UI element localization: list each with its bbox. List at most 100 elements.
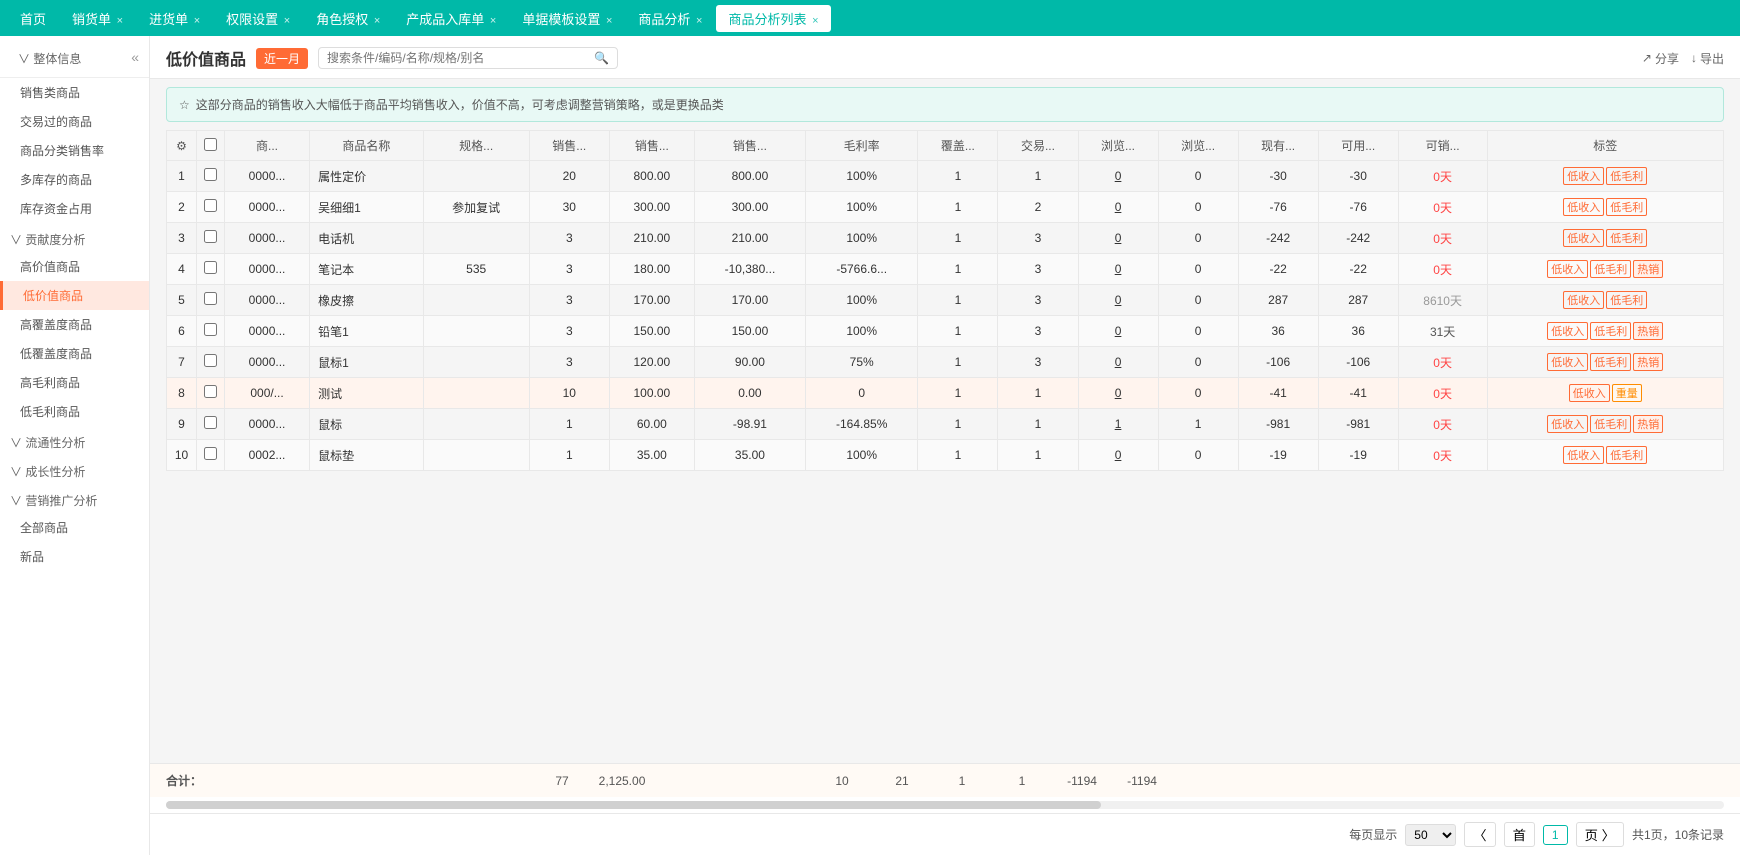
row-checkbox[interactable]	[204, 354, 217, 367]
row-checkbox[interactable]	[204, 416, 217, 429]
next-page-btn[interactable]: 页 〉	[1576, 822, 1624, 847]
cell-days: 0天	[1398, 378, 1487, 409]
cell-check[interactable]	[197, 440, 225, 471]
cell-col12[interactable]: 0	[1078, 223, 1158, 254]
row-checkbox[interactable]	[204, 323, 217, 336]
col12-link[interactable]: 0	[1115, 324, 1122, 338]
sidebar-item-high-value[interactable]: 高价值商品	[0, 252, 149, 281]
cell-seq: 9	[167, 409, 197, 440]
th-check[interactable]	[197, 131, 225, 161]
export-btn[interactable]: ↓ 导出	[1691, 50, 1724, 67]
row-checkbox[interactable]	[204, 168, 217, 181]
col12-link[interactable]: 0	[1115, 262, 1122, 276]
col12-link[interactable]: 0	[1115, 231, 1122, 245]
sidebar-item-category-rate[interactable]: 商品分类销售率	[0, 136, 149, 165]
close-permission-icon[interactable]: ×	[284, 15, 290, 27]
sidebar-item-all-products[interactable]: 全部商品	[0, 513, 149, 542]
sidebar-collapse-btn[interactable]: «	[129, 47, 141, 67]
col12-link[interactable]: 0	[1115, 355, 1122, 369]
table-row: 8 000/... 测试 10 100.00 0.00 0 1 1 0 0 -4…	[167, 378, 1724, 409]
sidebar-item-traded[interactable]: 交易过的商品	[0, 107, 149, 136]
nav-analysis[interactable]: 商品分析 ×	[626, 5, 714, 32]
th-setting[interactable]: ⚙	[167, 131, 197, 161]
cell-check[interactable]	[197, 316, 225, 347]
close-products-icon[interactable]: ×	[490, 15, 496, 27]
tag-badge: 低毛利	[1590, 353, 1631, 371]
first-page-btn[interactable]: 〈	[1464, 822, 1495, 847]
nav-permission[interactable]: 权限设置 ×	[214, 5, 302, 32]
nav-home[interactable]: 首页	[8, 5, 58, 32]
close-sales-icon[interactable]: ×	[117, 15, 123, 27]
search-box: 🔍	[318, 47, 618, 69]
col12-link[interactable]: 0	[1115, 448, 1122, 462]
cell-tags: 低收入低毛利	[1487, 223, 1723, 254]
cell-col11: 1	[998, 409, 1078, 440]
tag-badge: 低毛利	[1606, 446, 1647, 464]
close-role-icon[interactable]: ×	[374, 15, 380, 27]
search-input[interactable]	[327, 51, 594, 65]
sidebar-item-multi-stock[interactable]: 多库存的商品	[0, 165, 149, 194]
col12-link[interactable]: 0	[1115, 386, 1122, 400]
cell-col12[interactable]: 0	[1078, 378, 1158, 409]
nav-template[interactable]: 单据模板设置 ×	[510, 5, 624, 32]
cell-check[interactable]	[197, 378, 225, 409]
filter-btn[interactable]: 近一月	[256, 48, 308, 69]
cell-check[interactable]	[197, 254, 225, 285]
close-purchase-icon[interactable]: ×	[194, 15, 200, 27]
cell-check[interactable]	[197, 285, 225, 316]
sidebar-item-sales-products[interactable]: 销售类商品	[0, 78, 149, 107]
cell-col12[interactable]: 0	[1078, 347, 1158, 378]
cell-col12[interactable]: 0	[1078, 254, 1158, 285]
nav-role[interactable]: 角色授权 ×	[304, 5, 392, 32]
cell-col12[interactable]: 1	[1078, 409, 1158, 440]
cell-check[interactable]	[197, 409, 225, 440]
cell-check[interactable]	[197, 223, 225, 254]
cell-col12[interactable]: 0	[1078, 161, 1158, 192]
cell-check[interactable]	[197, 192, 225, 223]
cell-col12[interactable]: 0	[1078, 285, 1158, 316]
sidebar-item-high-coverage[interactable]: 高覆盖度商品	[0, 310, 149, 339]
cell-col9: 100%	[806, 223, 918, 254]
table-wrapper[interactable]: ⚙ 商... 商品名称 规格... 销售... 销售... 销售... 毛利率 …	[150, 130, 1740, 763]
select-all-checkbox[interactable]	[204, 138, 217, 151]
sidebar-item-stock-capital[interactable]: 库存资金占用	[0, 194, 149, 223]
nav-sales[interactable]: 销货单 ×	[60, 5, 135, 32]
col12-link[interactable]: 0	[1115, 169, 1122, 183]
sidebar-item-low-value[interactable]: 低价值商品	[0, 281, 149, 310]
sidebar-item-new-products[interactable]: 新品	[0, 542, 149, 571]
cell-col12[interactable]: 0	[1078, 316, 1158, 347]
sidebar-item-low-profit[interactable]: 低毛利商品	[0, 397, 149, 426]
sidebar-item-high-profit[interactable]: 高毛利商品	[0, 368, 149, 397]
cell-check[interactable]	[197, 347, 225, 378]
cell-col14: -22	[1238, 254, 1318, 285]
col12-link[interactable]: 0	[1115, 200, 1122, 214]
col12-link[interactable]: 0	[1115, 293, 1122, 307]
row-checkbox[interactable]	[204, 447, 217, 460]
cell-code: 0000...	[225, 192, 310, 223]
close-analysis-icon[interactable]: ×	[696, 15, 702, 27]
nav-products[interactable]: 产成品入库单 ×	[394, 5, 508, 32]
close-analysis-list-icon[interactable]: ×	[812, 15, 818, 27]
row-checkbox[interactable]	[204, 292, 217, 305]
share-btn[interactable]: ↗ 分享	[1642, 50, 1679, 67]
sidebar-group-contribution: ∨ 贡献度分析	[0, 223, 149, 252]
per-page-select[interactable]: 50 100 200	[1405, 824, 1456, 846]
cell-tags: 低收入重量	[1487, 378, 1723, 409]
close-template-icon[interactable]: ×	[606, 15, 612, 27]
col12-link[interactable]: 1	[1115, 417, 1122, 431]
cell-col12[interactable]: 0	[1078, 192, 1158, 223]
data-table: ⚙ 商... 商品名称 规格... 销售... 销售... 销售... 毛利率 …	[166, 130, 1724, 471]
cell-col12[interactable]: 0	[1078, 440, 1158, 471]
nav-analysis-list[interactable]: 商品分析列表 ×	[716, 5, 830, 32]
row-checkbox[interactable]	[204, 230, 217, 243]
prev-page-btn[interactable]: 首	[1504, 822, 1535, 847]
cell-check[interactable]	[197, 161, 225, 192]
sidebar: ∨ 整体信息 « 销售类商品 交易过的商品 商品分类销售率 多库存的商品 库存资…	[0, 36, 150, 855]
row-checkbox[interactable]	[204, 199, 217, 212]
nav-purchase[interactable]: 进货单 ×	[137, 5, 212, 32]
row-checkbox[interactable]	[204, 385, 217, 398]
row-checkbox[interactable]	[204, 261, 217, 274]
search-icon[interactable]: 🔍	[594, 51, 609, 65]
sidebar-item-low-coverage[interactable]: 低覆盖度商品	[0, 339, 149, 368]
cell-code: 0002...	[225, 440, 310, 471]
